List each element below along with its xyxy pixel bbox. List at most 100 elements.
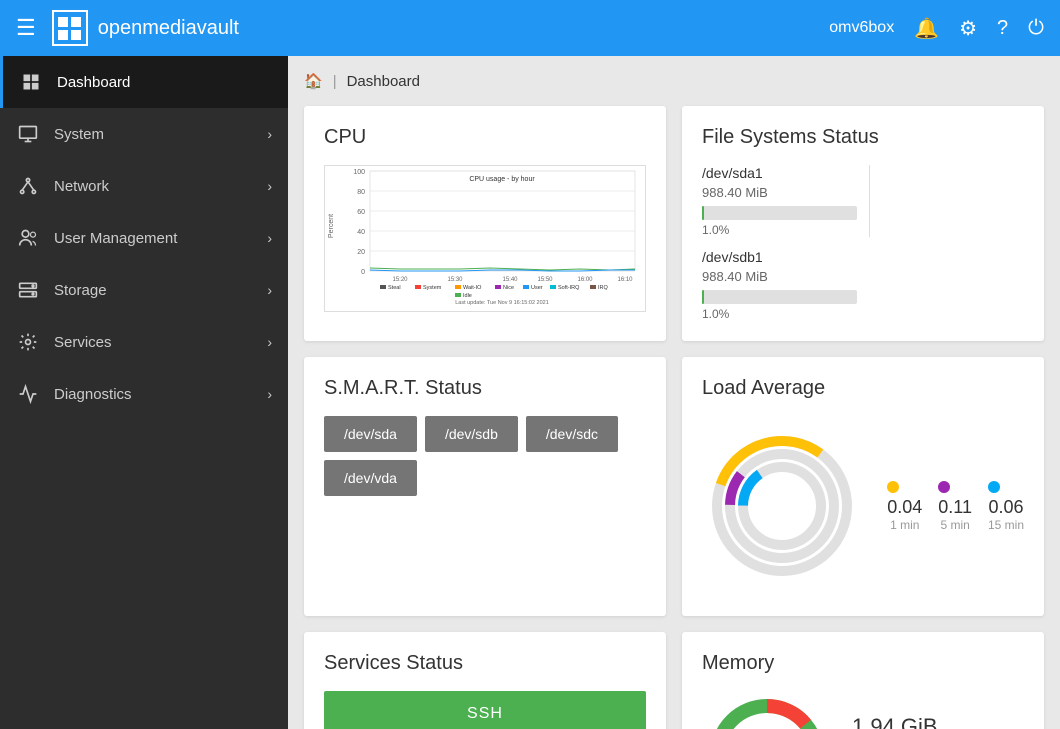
sidebar-item-label-system: System — [54, 126, 267, 143]
sidebar-item-label-storage: Storage — [54, 282, 267, 299]
memory-content: 1.94 GiB Total 275.59 MiB 14% 1.67 GiB 8… — [702, 691, 1024, 729]
chevron-right-icon: › — [267, 126, 272, 142]
home-icon[interactable]: 🏠 — [304, 72, 323, 90]
load-num-15min: 0.06 — [988, 497, 1024, 518]
dashboard-grid: CPU 100 80 60 4 — [304, 106, 1044, 729]
svg-text:16:10: 16:10 — [617, 277, 633, 283]
app-name: openmediavault — [98, 17, 239, 40]
cpu-card: CPU 100 80 60 4 — [304, 106, 666, 341]
svg-text:Last update: Tue Nov 9 16:15:0: Last update: Tue Nov 9 16:15:02 2021 — [455, 300, 549, 306]
cpu-card-title: CPU — [324, 126, 646, 149]
load-val-1min: 0.04 1 min — [887, 481, 922, 532]
sidebar-item-user-management[interactable]: User Management › — [0, 212, 288, 264]
sidebar-item-dashboard[interactable]: Dashboard — [0, 56, 288, 108]
ssh-status-button[interactable]: SSH — [324, 691, 646, 729]
app-logo: openmediavault — [52, 10, 239, 46]
power-icon[interactable]: ⏻ — [1028, 17, 1044, 40]
smart-device-sda[interactable]: /dev/sda — [324, 416, 417, 452]
svg-text:Percent: Percent — [328, 214, 335, 238]
smart-card: S.M.A.R.T. Status /dev/sda /dev/sdb /dev… — [304, 357, 666, 616]
fs-bar-sdb1 — [702, 290, 704, 304]
load-num-5min: 0.11 — [938, 497, 972, 518]
load-dot-1min — [887, 481, 899, 493]
svg-text:40: 40 — [357, 229, 365, 236]
svg-text:Soft-IRQ: Soft-IRQ — [558, 285, 580, 291]
chevron-right-icon: › — [267, 282, 272, 298]
load-indicator-5min — [938, 481, 972, 493]
logo-icon — [52, 10, 88, 46]
load-values: 0.04 1 min 0.11 5 min — [887, 481, 1024, 532]
memory-card-title: Memory — [702, 652, 1024, 675]
breadcrumb-separator: | — [333, 73, 337, 90]
filesystem-item-sdb1: /dev/sdb1 988.40 MiB 1.0% — [702, 249, 857, 321]
sidebar-item-label-network: Network — [54, 178, 267, 195]
svg-text:IRQ: IRQ — [598, 285, 609, 291]
smart-device-vda[interactable]: /dev/vda — [324, 460, 417, 496]
header-left: ☰ openmediavault — [16, 10, 239, 46]
fs-percent-sdb1: 1.0% — [702, 307, 857, 321]
fs-percent-sda1: 1.0% — [702, 223, 857, 237]
memory-info: 1.94 GiB Total 275.59 MiB 14% 1.67 GiB 8… — [852, 714, 1018, 729]
svg-text:15:20: 15:20 — [392, 277, 408, 283]
memory-total: 1.94 GiB — [852, 714, 1018, 729]
load-val-5min: 0.11 5 min — [938, 481, 972, 532]
sidebar-item-diagnostics[interactable]: Diagnostics › — [0, 368, 288, 420]
svg-text:System: System — [423, 285, 442, 291]
filesystem-grid: /dev/sda1 988.40 MiB 1.0% /dev/sdb1 988.… — [702, 165, 1024, 321]
svg-text:CPU usage - by hour: CPU usage - by hour — [469, 176, 535, 183]
svg-text:Nice: Nice — [503, 285, 514, 291]
user-management-icon — [16, 226, 40, 250]
menu-button[interactable]: ☰ — [16, 15, 36, 41]
load-donut-chart — [702, 426, 862, 586]
help-icon[interactable]: ? — [997, 17, 1008, 40]
system-icon — [16, 122, 40, 146]
load-average-title: Load Average — [702, 377, 1024, 400]
load-label-5min: 5 min — [938, 518, 972, 532]
notifications-icon[interactable]: 🔔 — [914, 16, 939, 41]
load-label-15min: 15 min — [988, 518, 1024, 532]
chevron-right-icon: › — [267, 178, 272, 194]
fs-bar-sda1 — [702, 206, 704, 220]
fs-divider — [869, 165, 870, 237]
smart-device-sdb[interactable]: /dev/sdb — [425, 416, 518, 452]
sidebar-item-network[interactable]: Network › — [0, 160, 288, 212]
svg-text:100: 100 — [353, 169, 365, 176]
svg-text:Wait-IO: Wait-IO — [463, 285, 482, 291]
svg-text:Idle: Idle — [463, 293, 472, 299]
services-status-title: Services Status — [324, 652, 646, 675]
sidebar-item-system[interactable]: System › — [0, 108, 288, 160]
header: ☰ openmediavault omv6box 🔔 ⚙ ? ⏻ — [0, 0, 1060, 56]
breadcrumb-current: Dashboard — [347, 73, 420, 90]
network-icon — [16, 174, 40, 198]
filesystem-card-title: File Systems Status — [702, 126, 1024, 149]
svg-text:15:30: 15:30 — [447, 277, 463, 283]
cpu-chart: 100 80 60 40 20 0 Percent CPU usage - by… — [324, 165, 646, 312]
chevron-right-icon: › — [267, 386, 272, 402]
sidebar-item-storage[interactable]: Storage › — [0, 264, 288, 316]
svg-text:User: User — [531, 285, 543, 291]
svg-text:15:50: 15:50 — [537, 277, 553, 283]
smart-buttons: /dev/sda /dev/sdb /dev/sdc /dev/vda — [324, 416, 646, 496]
sidebar-item-label-user-management: User Management — [54, 230, 267, 247]
smart-card-title: S.M.A.R.T. Status — [324, 377, 646, 400]
storage-icon — [16, 278, 40, 302]
breadcrumb: 🏠 | Dashboard — [304, 72, 1044, 90]
sidebar-item-services[interactable]: Services › — [0, 316, 288, 368]
svg-text:15:40: 15:40 — [502, 277, 518, 283]
settings-icon[interactable]: ⚙ — [959, 16, 977, 41]
svg-text:16:00: 16:00 — [577, 277, 593, 283]
cpu-chart-svg: 100 80 60 40 20 0 Percent CPU usage - by… — [325, 166, 645, 306]
filesystem-card: File Systems Status /dev/sda1 988.40 MiB… — [682, 106, 1044, 341]
load-num-1min: 0.04 — [887, 497, 922, 518]
smart-device-sdc[interactable]: /dev/sdc — [526, 416, 618, 452]
filesystem-item-sda1: /dev/sda1 988.40 MiB 1.0% — [702, 165, 857, 237]
main-content: 🏠 | Dashboard CPU — [288, 56, 1060, 729]
load-val-15min: 0.06 15 min — [988, 481, 1024, 532]
load-dot-15min — [988, 481, 1000, 493]
fs-bar-container-sda1 — [702, 206, 857, 220]
chevron-right-icon: › — [267, 230, 272, 246]
load-average-card: Load Average — [682, 357, 1044, 616]
header-right: omv6box 🔔 ⚙ ? ⏻ — [829, 16, 1044, 41]
diagnostics-icon — [16, 382, 40, 406]
load-indicator-15min — [988, 481, 1024, 493]
